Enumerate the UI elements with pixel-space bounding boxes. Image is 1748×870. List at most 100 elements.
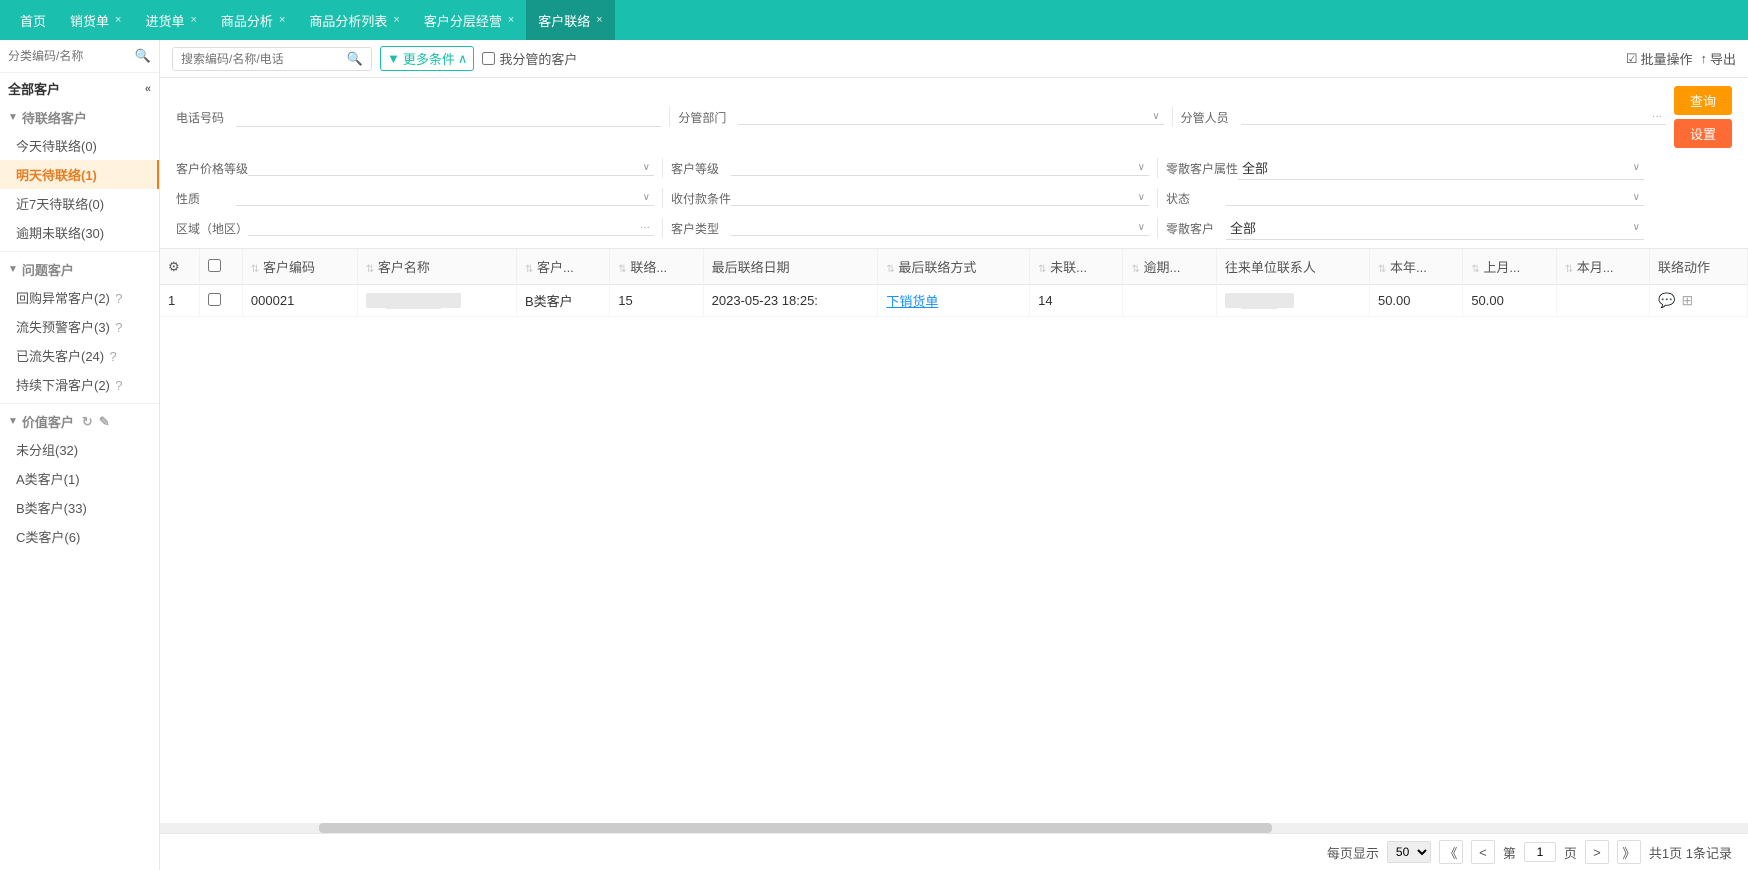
select-all-checkbox[interactable] — [208, 259, 221, 272]
pending-section-title[interactable]: ▼ 待联络客户 — [0, 104, 159, 131]
price-level-arrow: ∨ — [643, 162, 650, 173]
prev-page-button[interactable]: < — [1471, 840, 1495, 864]
search-bar: 🔍 ▼ 更多条件 ∧ 我分管的客户 ☑ 批量操作 ↑ 导出 — [160, 40, 1748, 78]
sort-icon-type[interactable]: ⇅ — [525, 264, 533, 275]
sort-icon-year[interactable]: ⇅ — [1378, 264, 1386, 275]
my-customers-checkbox-label[interactable]: 我分管的客户 — [482, 49, 577, 68]
sidebar-item-overdue[interactable]: 逾期未联络(30) — [0, 218, 159, 247]
nav-product-analysis-list[interactable]: 商品分析列表 × — [297, 0, 411, 40]
sidebar-item-c-class[interactable]: C类客户(6) — [0, 522, 159, 551]
batch-operation-button[interactable]: ☑ 批量操作 — [1626, 49, 1693, 68]
search-input[interactable] — [181, 52, 347, 66]
filter-price-level-select[interactable]: ∨ — [248, 160, 654, 176]
col-last-method: ⇅ 最后联络方式 — [878, 249, 1030, 285]
question-icon-4: ? — [115, 378, 122, 393]
filter-retail-customer: 零散客户 全部 ∨ — [1166, 216, 1644, 240]
nav-close-customer-segment[interactable]: × — [508, 14, 514, 26]
filter-region-select[interactable]: ··· — [248, 220, 654, 236]
sidebar-search-input[interactable] — [8, 49, 131, 63]
filter-nature-select[interactable]: ∨ — [236, 190, 654, 206]
nav-customer-segment[interactable]: 客户分层经营 × — [412, 0, 526, 40]
content-area: 🔍 ▼ 更多条件 ∧ 我分管的客户 ☑ 批量操作 ↑ 导出 — [160, 40, 1748, 870]
sort-icon-this-month[interactable]: ⇅ — [1565, 264, 1573, 275]
sidebar-item-7days[interactable]: 近7天待联络(0) — [0, 189, 159, 218]
cell-name: ██████ — [357, 285, 516, 317]
page-size-label: 每页显示 — [1327, 843, 1379, 862]
filter-divider-7 — [662, 218, 663, 238]
nav-close-customer-contact[interactable]: × — [596, 14, 602, 26]
value-section-title[interactable]: ▼ 价值客户 ↻ ✎ — [0, 408, 159, 435]
chat-action-icon[interactable]: 💬 — [1658, 292, 1675, 309]
filter-status-select[interactable]: ∨ — [1226, 190, 1644, 206]
filter-payment-select[interactable]: ∨ — [731, 190, 1149, 206]
nav-sales[interactable]: 销货单 × — [58, 0, 133, 40]
filter-phone-input[interactable] — [236, 108, 661, 127]
page-number-input[interactable] — [1524, 842, 1556, 862]
col-code: ⇅ 客户编码 — [242, 249, 357, 285]
region-arrow: ··· — [640, 222, 650, 233]
filter-manager-select[interactable]: ··· — [1241, 109, 1666, 125]
sort-icon-last-month[interactable]: ⇅ — [1471, 264, 1479, 275]
col-actions: 联络动作 — [1650, 249, 1748, 285]
nav-customer-contact[interactable]: 客户联络 × — [526, 0, 614, 40]
filter-dept-select[interactable]: ∨ — [738, 109, 1163, 125]
scrollbar-thumb[interactable] — [319, 823, 1272, 833]
all-customers-header[interactable]: 全部客户 « — [0, 73, 159, 104]
horizontal-scrollbar[interactable] — [160, 823, 1748, 833]
nav-product-analysis[interactable]: 商品分析 × — [209, 0, 297, 40]
more-filter-button[interactable]: ▼ 更多条件 ∧ — [380, 46, 474, 71]
sidebar-item-churned[interactable]: 已流失客户(24) ? — [0, 341, 159, 370]
sidebar-item-churn-warning[interactable]: 流失预警客户(3) ? — [0, 312, 159, 341]
filter-retail-attr-select[interactable]: 全部 ∨ — [1238, 156, 1644, 180]
last-page-button[interactable]: 》 — [1617, 840, 1641, 864]
setting-button[interactable]: 设置 — [1674, 119, 1732, 148]
my-customers-checkbox[interactable] — [482, 52, 495, 65]
main-layout: 🔍 全部客户 « ▼ 待联络客户 今天待联络(0) 明天待联络(1) 近7天待联… — [0, 40, 1748, 870]
filter-customer-type-select[interactable]: ∨ — [731, 220, 1149, 236]
sort-icon-name[interactable]: ⇅ — [366, 264, 374, 275]
filter-customer-level-select[interactable]: ∨ — [731, 160, 1149, 176]
filter-status: 状态 ∨ — [1166, 190, 1644, 207]
sidebar-item-declining[interactable]: 持续下滑客户(2) ? — [0, 370, 159, 399]
sort-icon-method[interactable]: ⇅ — [886, 264, 894, 275]
col-contact-person: 往来单位联系人 — [1216, 249, 1369, 285]
nav-close-sales[interactable]: × — [115, 14, 121, 26]
next-page-button[interactable]: > — [1585, 840, 1609, 864]
export-button[interactable]: ↑ 导出 — [1700, 49, 1736, 68]
filter-divider-1 — [669, 107, 670, 127]
col-checkbox — [200, 249, 243, 285]
grid-action-icon[interactable]: ⊞ — [1681, 292, 1693, 309]
filter-retail-customer-select[interactable]: 全部 ∨ — [1226, 216, 1644, 240]
query-button[interactable]: 查询 — [1674, 86, 1732, 115]
export-icon: ↑ — [1700, 51, 1707, 66]
nav-purchase[interactable]: 进货单 × — [133, 0, 208, 40]
nav-close-purchase[interactable]: × — [190, 14, 196, 26]
refresh-icon[interactable]: ↻ — [82, 414, 93, 430]
sidebar-search-icon[interactable]: 🔍 — [135, 48, 151, 64]
search-icon[interactable]: 🔍 — [347, 51, 363, 67]
batch-check-icon: ☑ — [1626, 51, 1638, 67]
first-page-button[interactable]: 《 — [1439, 840, 1463, 864]
sidebar-item-a-class[interactable]: A类客户(1) — [0, 464, 159, 493]
nav-close-product-analysis-list[interactable]: × — [393, 14, 399, 26]
row-checkbox[interactable] — [208, 293, 221, 306]
sidebar-item-today[interactable]: 今天待联络(0) — [0, 131, 159, 160]
nav-home[interactable]: 首页 — [8, 0, 58, 40]
edit-icon[interactable]: ✎ — [99, 414, 110, 430]
sort-icon-code[interactable]: ⇅ — [251, 264, 259, 275]
sidebar-item-ungrouped[interactable]: 未分组(32) — [0, 435, 159, 464]
sort-icon-overdue[interactable]: ⇅ — [1131, 264, 1139, 275]
sidebar-item-tomorrow[interactable]: 明天待联络(1) — [0, 160, 159, 189]
sort-icon-uncontact[interactable]: ⇅ — [1038, 264, 1046, 275]
filter-row-2: 客户价格等级 ∨ 客户等级 ∨ 零散客户属性 — [176, 156, 1732, 180]
filter-nature: 性质 ∨ — [176, 190, 654, 207]
page-size-select[interactable]: 50 — [1387, 841, 1431, 863]
settings-icon[interactable]: ⚙ — [168, 259, 180, 274]
last-contact-method-link[interactable]: 下销货单 — [886, 294, 938, 309]
nav-close-product-analysis[interactable]: × — [279, 14, 285, 26]
sidebar-item-repurchase[interactable]: 回购异常客户(2) ? — [0, 283, 159, 312]
filter-row-3: 性质 ∨ 收付款条件 ∨ 状态 — [176, 188, 1732, 208]
sidebar-item-b-class[interactable]: B类客户(33) — [0, 493, 159, 522]
problem-section-title[interactable]: ▼ 问题客户 — [0, 256, 159, 283]
sort-icon-count[interactable]: ⇅ — [618, 264, 626, 275]
